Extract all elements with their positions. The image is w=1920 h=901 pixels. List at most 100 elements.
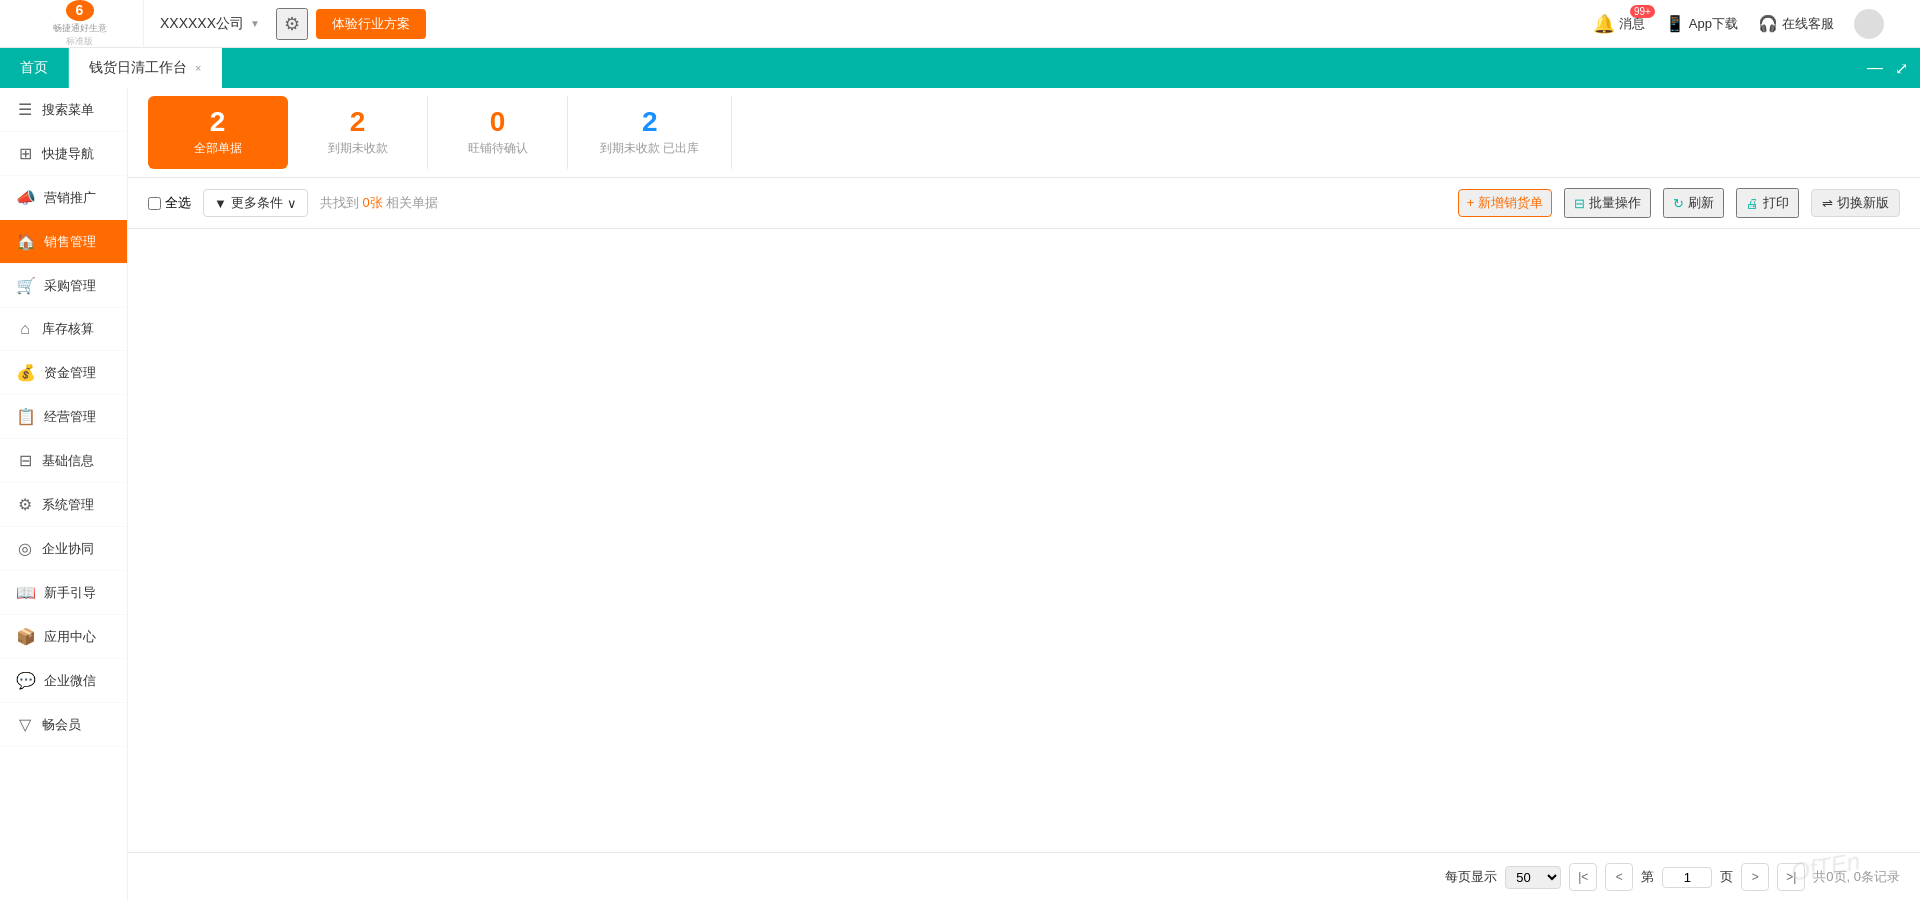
refresh-icon: ↻ [1673,196,1684,211]
message-btn[interactable]: 🔔 消息 99+ [1593,13,1645,35]
sidebar-item-member[interactable]: ▽ 畅会员 [0,703,127,747]
page-size-label: 每页显示 [1445,868,1497,886]
mobile-icon: 📱 [1665,14,1685,33]
bell-icon: 🔔 [1593,13,1615,35]
corp-icon: ◎ [16,539,34,558]
stat-number-shipped: 2 [642,108,658,136]
sales-icon: 🏠 [16,232,36,251]
first-page-btn[interactable]: |< [1569,863,1597,891]
trial-btn[interactable]: 体验行业方案 [316,9,426,39]
company-name: XXXXXX公司 [160,15,244,33]
stat-card-overdue[interactable]: 2 到期未收款 [288,96,428,169]
minimize-icon[interactable]: — [1867,59,1883,77]
app-download-label: App下载 [1689,15,1738,33]
header-right: 🔔 消息 99+ 📱 App下载 🎧 在线客服 [1593,9,1904,39]
sidebar-item-corp[interactable]: ◎ 企业协同 [0,527,127,571]
sidebar-item-finance[interactable]: 💰 资金管理 [0,351,127,395]
page-label2: 页 [1720,868,1733,886]
purchase-icon: 🛒 [16,276,36,295]
sidebar-item-operation[interactable]: 📋 经营管理 [0,395,127,439]
print-icon: 🖨 [1746,196,1759,211]
sidebar-item-appcenter[interactable]: 📦 应用中心 [0,615,127,659]
app-download-btn[interactable]: 📱 App下载 [1665,14,1738,33]
page-size-select[interactable]: 50 10 20 100 [1505,866,1561,889]
sidebar-item-search[interactable]: ☰ 搜索菜单 [0,88,127,132]
page-input[interactable]: 1 [1662,867,1712,888]
empty-state [128,229,1920,629]
logo-icon: 6 [66,0,94,21]
content-area: 2 全部单据 2 到期未收款 0 旺铺待确认 2 到期未收款 已出库 全选 [128,88,1920,901]
stat-card-all[interactable]: 2 全部单据 [148,96,288,169]
toolbar: 全选 ▼ 更多条件 ∨ 共找到 0张 相关单据 + 新增销货单 ⊟ 批量操作 [128,178,1920,229]
brand-name: 畅捷通好生意 [53,22,107,35]
settings-button[interactable]: ⚙ [276,8,308,40]
toolbar-right: + 新增销货单 ⊟ 批量操作 ↻ 刷新 🖨 打印 ⇌ 切换新版 [1458,188,1900,218]
found-text: 共找到 0张 相关单据 [320,194,438,212]
appcenter-icon: 📦 [16,627,36,646]
total-text: 共0页, 0条记录 [1813,868,1900,886]
page-label: 第 [1641,868,1654,886]
headset-icon: 🎧 [1758,14,1778,33]
found-count: 0张 [363,195,383,210]
nav-tabs-right: — ⤢ [1867,59,1920,78]
sidebar-item-basic[interactable]: ⊟ 基础信息 [0,439,127,483]
chevron-down-icon: ▼ [250,18,260,29]
quicknav-icon: ⊞ [16,144,34,163]
avatar[interactable] [1854,9,1884,39]
toolbar-left: 全选 ▼ 更多条件 ∨ 共找到 0张 相关单据 [148,189,1446,217]
nav-tabs: 首页 钱货日清工作台 × — ⤢ [0,48,1920,88]
message-badge: 99+ [1630,5,1655,18]
select-all-checkbox[interactable]: 全选 [148,194,191,212]
system-icon: ⚙ [16,495,34,514]
top-header: 6 畅捷通好生意 标准版 XXXXXX公司 ▼ ⚙ 体验行业方案 🔔 消息 99… [0,0,1920,48]
chevron-icon: ∨ [287,196,297,211]
stat-label-pending: 旺铺待确认 [468,140,528,157]
sidebar: ☰ 搜索菜单 ⊞ 快捷导航 📣 营销推广 🏠 销售管理 🛒 采购管理 ⌂ 库存核… [0,88,128,901]
finance-icon: 💰 [16,363,36,382]
more-filter-btn[interactable]: ▼ 更多条件 ∨ [203,189,308,217]
select-all-input[interactable] [148,197,161,210]
main-layout: ☰ 搜索菜单 ⊞ 快捷导航 📣 营销推广 🏠 销售管理 🛒 采购管理 ⌂ 库存核… [0,88,1920,901]
sidebar-item-inventory[interactable]: ⌂ 库存核算 [0,308,127,351]
stats-bar: 2 全部单据 2 到期未收款 0 旺铺待确认 2 到期未收款 已出库 [128,88,1920,178]
stat-number-overdue: 2 [350,108,366,136]
last-page-btn[interactable]: >| [1777,863,1805,891]
sidebar-item-wechat[interactable]: 💬 企业微信 [0,659,127,703]
switch-icon: ⇌ [1822,196,1833,211]
next-page-btn[interactable]: > [1741,863,1769,891]
online-service-btn[interactable]: 🎧 在线客服 [1758,14,1834,33]
inventory-icon: ⌂ [16,320,34,338]
add-sale-btn[interactable]: + 新增销货单 [1458,189,1552,217]
close-tab-icon[interactable]: × [195,62,201,74]
stat-number-all: 2 [210,108,226,136]
stat-card-shipped[interactable]: 2 到期未收款 已出库 [568,96,732,169]
sidebar-item-sales[interactable]: 🏠 销售管理 [0,220,127,264]
sidebar-item-quicknav[interactable]: ⊞ 快捷导航 [0,132,127,176]
stat-label-all: 全部单据 [194,140,242,157]
basic-icon: ⊟ [16,451,34,470]
stat-card-pending[interactable]: 0 旺铺待确认 [428,96,568,169]
sidebar-item-marketing[interactable]: 📣 营销推广 [0,176,127,220]
logo-subtitle: 标准版 [66,35,93,48]
switch-version-btn[interactable]: ⇌ 切换新版 [1811,189,1900,217]
guide-icon: 📖 [16,583,36,602]
stat-label-overdue: 到期未收款 [328,140,388,157]
online-service-label: 在线客服 [1782,15,1834,33]
print-btn[interactable]: 🖨 打印 [1736,188,1799,218]
batch-btn[interactable]: ⊟ 批量操作 [1564,188,1651,218]
logo-area: 6 畅捷通好生意 标准版 [16,0,144,48]
operation-icon: 📋 [16,407,36,426]
sidebar-item-guide[interactable]: 📖 新手引导 [0,571,127,615]
tab-home[interactable]: 首页 [0,48,69,88]
stat-number-pending: 0 [490,108,506,136]
tab-work-desk[interactable]: 钱货日清工作台 × [69,48,222,88]
prev-page-btn[interactable]: < [1605,863,1633,891]
sidebar-item-purchase[interactable]: 🛒 采购管理 [0,264,127,308]
search-menu-icon: ☰ [16,100,34,119]
maximize-icon[interactable]: ⤢ [1895,59,1908,78]
sidebar-item-system[interactable]: ⚙ 系统管理 [0,483,127,527]
refresh-btn[interactable]: ↻ 刷新 [1663,188,1724,218]
company-selector[interactable]: XXXXXX公司 ▼ [144,15,276,33]
marketing-icon: 📣 [16,188,36,207]
table-area [128,229,1920,852]
